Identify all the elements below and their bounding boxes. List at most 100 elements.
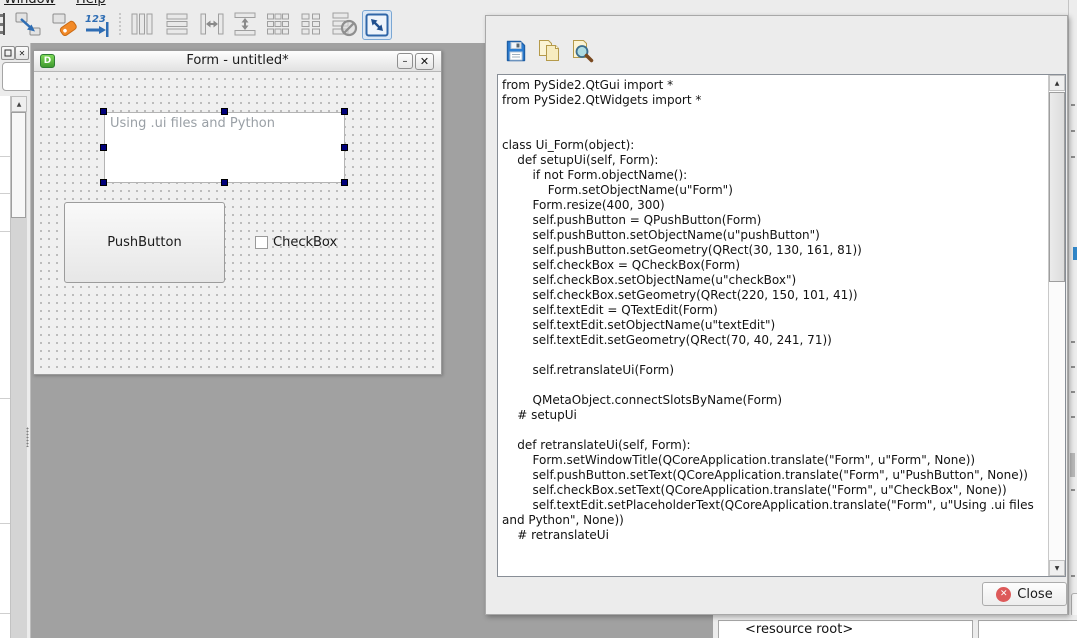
tab-order-glyph: 123 [82, 10, 110, 38]
code-scrollbar[interactable]: ▲ ▼ [1048, 75, 1065, 576]
form-close-button[interactable]: ✕ [415, 53, 434, 70]
float-glyph [4, 49, 12, 57]
layout-horizontal-icon[interactable] [128, 10, 156, 38]
code-line: self.pushButton.setGeometry(QRect(30, 13… [502, 243, 1047, 258]
code-line: and Python", None)) [502, 513, 1047, 528]
code-line: from PySide2.QtWidgets import * [502, 93, 1047, 108]
code-line: self.checkBox.setGeometry(QRect(220, 150… [502, 288, 1047, 303]
edit-tab-order-icon[interactable]: 123 [82, 10, 110, 38]
widget-category-separator [0, 398, 10, 399]
code-view[interactable]: from PySide2.QtGui import *from PySide2.… [497, 74, 1066, 577]
scroll-up-icon[interactable]: ▲ [1049, 75, 1065, 91]
panel-fragment [1071, 575, 1075, 577]
resource-browser-dock: <resource root> [713, 615, 1077, 638]
widget-box-scroll-thumb[interactable] [11, 112, 26, 218]
selection-handle-top-middle[interactable] [221, 108, 228, 115]
code-scroll-thumb[interactable] [1049, 92, 1065, 282]
resource-preview-pane[interactable] [978, 620, 1077, 638]
menu-window[interactable]: Window [4, 0, 55, 7]
checkbox-label: CheckBox [273, 235, 337, 250]
widget-category-separator [0, 193, 10, 194]
code-line: def retranslateUi(self, Form): [502, 438, 1047, 453]
adjust-size-glyph [363, 11, 391, 39]
panel-scrollbar-fragment [1070, 453, 1075, 477]
qpushbutton-widget[interactable]: PushButton [64, 202, 225, 283]
qcheckbox-widget[interactable]: CheckBox [254, 222, 355, 263]
edit-widgets-glyph [0, 10, 10, 38]
checkbox-indicator[interactable] [255, 236, 268, 249]
code-line [502, 123, 1047, 138]
code-line: self.checkBox = QCheckBox(Form) [502, 258, 1047, 273]
code-line: if not Form.objectName(): [502, 168, 1047, 183]
selection-handle-top-left[interactable] [100, 108, 107, 115]
layout-vertical-icon[interactable] [163, 10, 191, 38]
adjust-size-icon[interactable] [362, 10, 392, 40]
break-layout-icon[interactable] [330, 10, 358, 38]
svg-text:123: 123 [85, 14, 106, 25]
layout-horizontal-glyph [128, 10, 156, 38]
selection-handle-top-right[interactable] [341, 108, 348, 115]
close-button[interactable]: ✕ Close [982, 582, 1067, 606]
selection-handle-middle-right[interactable] [341, 144, 348, 151]
panel-fragment [1071, 489, 1075, 491]
widget-search-input[interactable] [2, 62, 31, 91]
resource-root-item[interactable]: <resource root> [745, 622, 853, 637]
widget-box-scrollbar[interactable]: ▲ [10, 96, 27, 638]
code-line: self.textEdit.setGeometry(QRect(70, 40, … [502, 333, 1047, 348]
find-icon[interactable] [569, 38, 595, 64]
find-magnifier-glyph [569, 39, 595, 63]
panel-fragment [1071, 130, 1075, 132]
widget-category-separator [0, 613, 10, 614]
code-line: self.checkBox.setText(QCoreApplication.t… [502, 483, 1047, 498]
layout-form-icon[interactable] [297, 10, 325, 38]
form-window-title: Form - untitled* [34, 53, 441, 68]
h-splitter-glyph [198, 10, 226, 38]
scroll-up-icon[interactable]: ▲ [11, 96, 27, 112]
panel-fragment [1071, 416, 1075, 418]
dock-float-button[interactable] [1, 46, 15, 60]
layout-vertical-splitter-icon[interactable] [231, 10, 259, 38]
edit-buddies-icon[interactable] [50, 10, 78, 38]
buddy-tag-glyph [50, 10, 78, 38]
code-line: self.pushButton = QPushButton(Form) [502, 213, 1047, 228]
selection-handle-middle-left[interactable] [100, 144, 107, 151]
code-line [502, 378, 1047, 393]
layout-vertical-glyph [163, 10, 191, 38]
code-line: class Ui_Form(object): [502, 138, 1047, 153]
resource-tree[interactable]: <resource root> [718, 620, 973, 638]
layout-horizontal-splitter-icon[interactable] [198, 10, 226, 38]
dock-splitter-handle[interactable] [26, 427, 29, 447]
toolbar-separator [119, 13, 121, 35]
edit-widgets-icon[interactable] [0, 10, 10, 38]
minimize-icon: – [403, 56, 408, 67]
form-window-titlebar[interactable]: D Form - untitled* – ✕ [34, 51, 441, 72]
close-red-icon: ✕ [996, 587, 1011, 602]
break-layout-glyph [330, 10, 358, 38]
scroll-down-icon[interactable]: ▼ [1049, 560, 1065, 576]
code-line: self.retranslateUi(Form) [502, 363, 1047, 378]
code-line [502, 108, 1047, 123]
dock-close-button[interactable]: ✕ [15, 46, 29, 60]
selection-handle-bottom-left[interactable] [100, 179, 107, 186]
widget-category-separator [0, 231, 10, 232]
form-canvas[interactable]: Using .ui files and Python PushButton Ch… [34, 72, 439, 373]
code-line: self.checkBox.setObjectName(u"checkBox") [502, 273, 1047, 288]
save-icon[interactable] [503, 38, 529, 64]
copy-icon[interactable] [537, 38, 563, 64]
layout-grid-glyph [264, 10, 292, 38]
edit-signals-slots-icon[interactable] [14, 10, 42, 38]
floppy-glyph [504, 39, 528, 63]
pushbutton-label: PushButton [107, 235, 181, 250]
close-button-label: Close [1017, 587, 1052, 602]
layout-grid-icon[interactable] [264, 10, 292, 38]
widget-box-list[interactable] [0, 96, 10, 638]
code-line [502, 348, 1047, 363]
menu-help[interactable]: Help [76, 0, 106, 7]
form-minimize-button[interactable]: – [397, 53, 413, 69]
widget-box-dock: ✕ ▲ [0, 43, 31, 638]
code-line: self.textEdit = QTextEdit(Form) [502, 303, 1047, 318]
background-panel-sliver [1068, 0, 1077, 638]
qtextedit-widget[interactable]: Using .ui files and Python [104, 112, 345, 183]
selection-handle-bottom-right[interactable] [341, 179, 348, 186]
selection-handle-bottom-middle[interactable] [221, 179, 228, 186]
